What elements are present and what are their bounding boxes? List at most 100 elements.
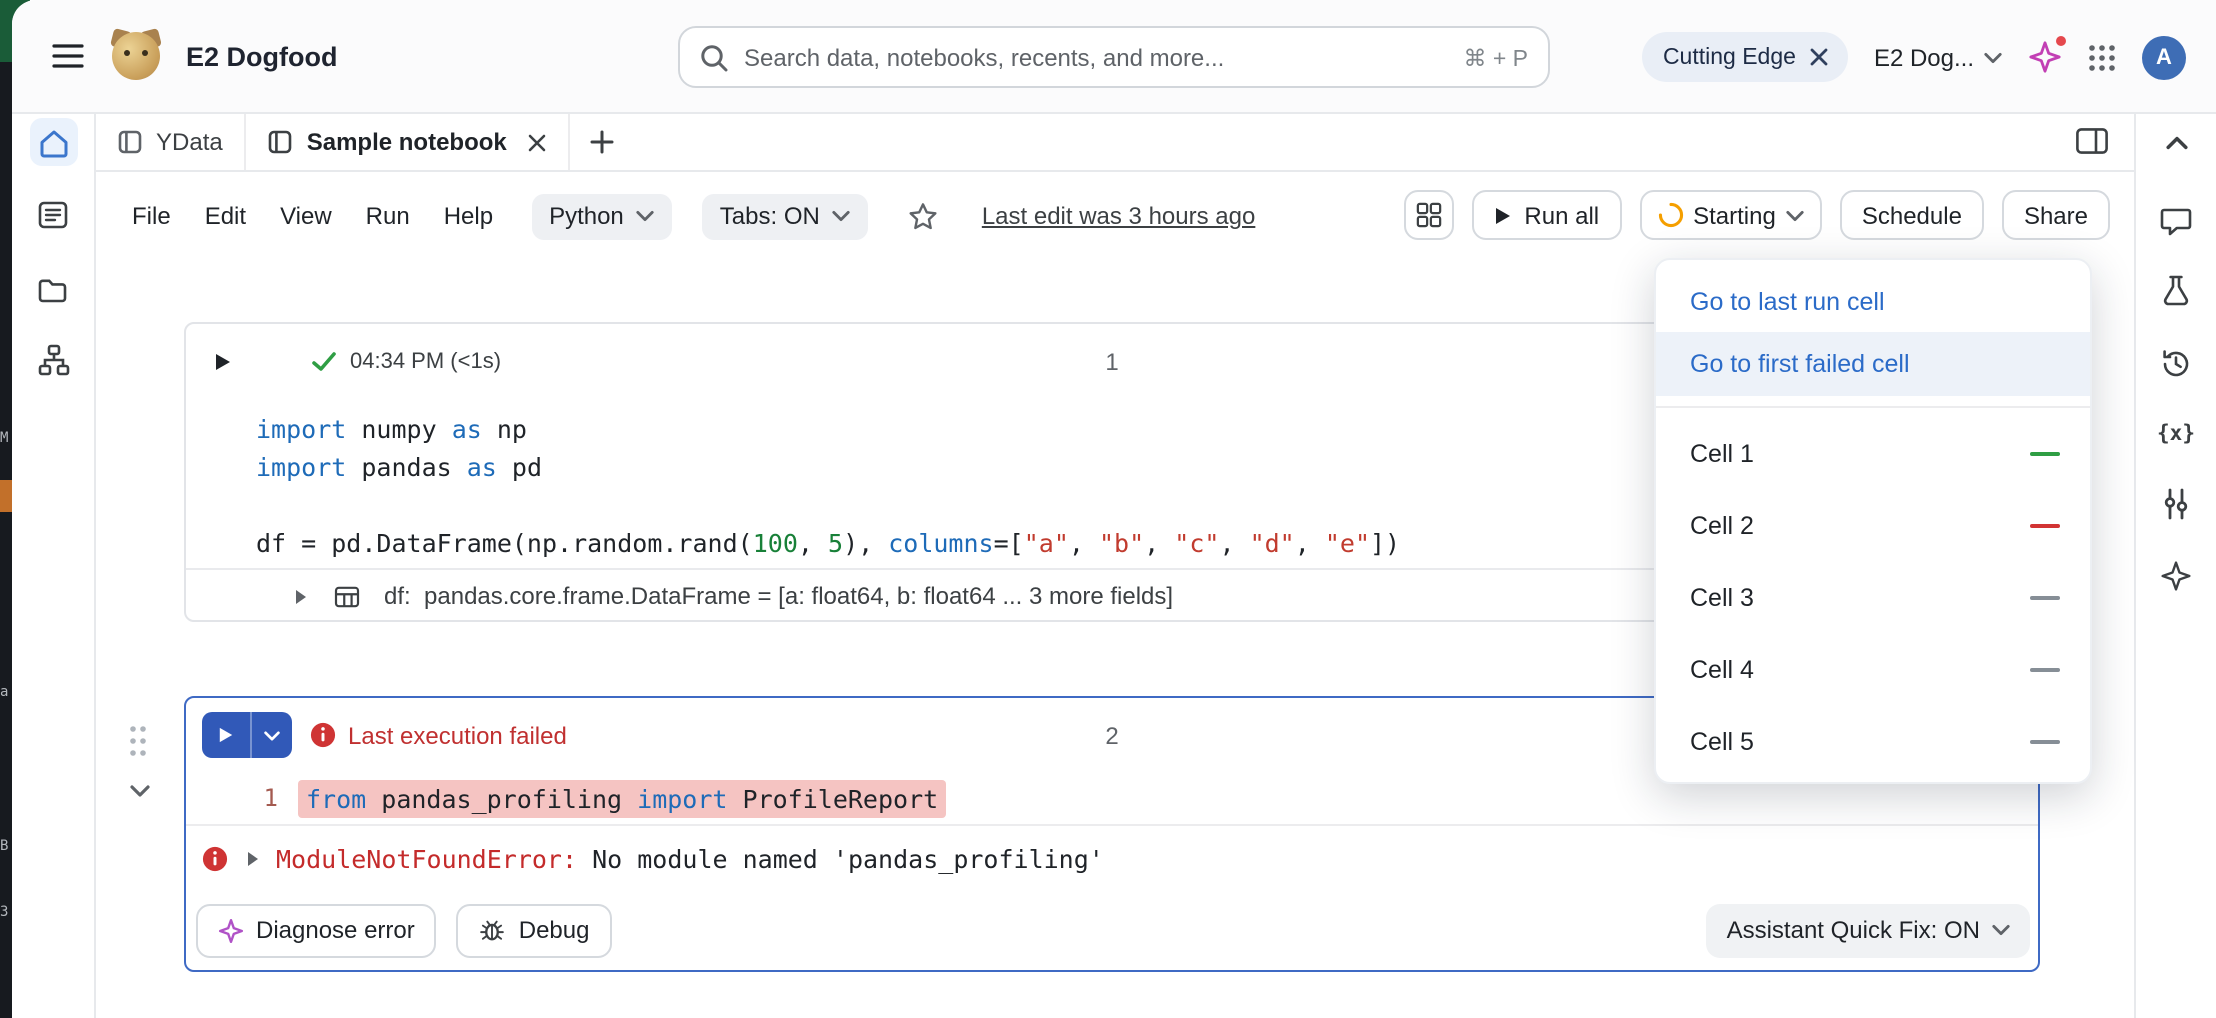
machine-status-button[interactable]: Starting	[1639, 190, 1822, 240]
bug-icon	[479, 916, 507, 944]
integrations-schema-icon[interactable]	[29, 336, 77, 384]
schedule-button[interactable]: Schedule	[1839, 190, 1984, 240]
popover-cell-label: Cell 5	[1690, 728, 1754, 756]
global-search-input[interactable]: Search data, notebooks, recents, and mor…	[678, 26, 1550, 88]
cell-status-dash-success	[2030, 451, 2060, 457]
experiments-beaker-icon[interactable]	[2152, 266, 2200, 314]
workspace-avatar-doge[interactable]	[110, 28, 162, 82]
error-info-icon	[202, 845, 228, 871]
home-button[interactable]	[29, 118, 77, 166]
workspace-switcher[interactable]: E2 Dog...	[1874, 43, 2002, 71]
popover-cell-label: Cell 4	[1690, 656, 1754, 684]
error-output-row[interactable]: ModuleNotFoundError: No module named 'pa…	[186, 824, 2038, 890]
search-icon	[700, 43, 728, 71]
ai-notifications-button[interactable]	[2028, 36, 2066, 74]
tab-ydata[interactable]: YData	[96, 114, 247, 170]
run-all-button[interactable]: Run all	[1472, 190, 1622, 240]
hamburger-menu-icon[interactable]	[52, 44, 84, 68]
tabs-toggle-label: Tabs: ON	[719, 202, 820, 230]
go-to-last-run-cell-item[interactable]: Go to last run cell	[1656, 272, 2090, 332]
menu-help[interactable]: Help	[444, 202, 493, 230]
ai-sparkle-icon	[218, 917, 244, 943]
cell-status-dash-neutral	[2030, 595, 2060, 601]
diagnose-error-button[interactable]: Diagnose error	[196, 903, 437, 957]
chevron-down-icon	[1992, 924, 2010, 936]
spinner-icon	[1657, 202, 1683, 228]
error-type: ModuleNotFoundError:	[276, 843, 578, 873]
schedule-label: Schedule	[1861, 201, 1962, 229]
apps-grid-icon[interactable]	[2088, 43, 2116, 71]
toolbar-right: Run all Starting Schedule Share	[1404, 190, 2110, 240]
split-view-icon[interactable]	[2076, 128, 2108, 154]
debug-label: Debug	[518, 916, 590, 944]
expand-traceback-triangle-icon[interactable]	[246, 849, 260, 867]
language-selector[interactable]: Python	[531, 193, 672, 239]
diagnose-error-label: Diagnose error	[256, 916, 415, 944]
popover-cell-item-2[interactable]: Cell 2	[1656, 490, 2090, 562]
ai-sparkle-icon[interactable]	[2152, 552, 2200, 600]
tab-sample-notebook[interactable]: Sample notebook	[247, 114, 571, 170]
dataframe-table-icon	[334, 585, 360, 607]
collapse-cell-chevron-icon[interactable]	[130, 784, 150, 798]
table-of-contents-icon[interactable]	[29, 190, 77, 238]
popover-cell-label: Cell 2	[1690, 512, 1754, 540]
notebook-tab-bar: YData Sample notebook	[96, 114, 2134, 172]
tabs-toggle[interactable]: Tabs: ON	[701, 193, 868, 239]
share-button[interactable]: Share	[2001, 190, 2110, 240]
layout-grid-button[interactable]	[1404, 190, 1455, 240]
menu-view[interactable]: View	[280, 202, 332, 230]
assistant-quick-fix-toggle[interactable]: Assistant Quick Fix: ON	[1706, 903, 2030, 957]
popover-cell-label: Cell 3	[1690, 584, 1754, 612]
doge-face	[112, 32, 160, 80]
right-rail: {x}	[2134, 114, 2216, 1018]
popover-cell-item-3[interactable]: Cell 3	[1656, 562, 2090, 634]
search-shortcut: ⌘ + P	[1463, 47, 1528, 71]
environment-chip[interactable]: Cutting Edge	[1642, 32, 1848, 82]
popover-cell-item-5[interactable]: Cell 5	[1656, 706, 2090, 778]
favorite-star-icon[interactable]	[908, 202, 938, 230]
top-bar-right: Cutting Edge E2 Dog... A	[1642, 0, 2186, 114]
menu-file[interactable]: File	[132, 202, 171, 230]
chevron-down-icon	[832, 210, 850, 222]
error-highlighted-code[interactable]: from pandas_profiling import ProfileRepo…	[298, 779, 947, 817]
output-summary: df: pandas.core.frame.DataFrame = [a: fl…	[384, 582, 1174, 610]
user-avatar[interactable]: A	[2142, 35, 2186, 79]
menu-edit[interactable]: Edit	[205, 202, 246, 230]
comments-icon[interactable]	[2152, 196, 2200, 244]
files-folder-icon[interactable]	[29, 266, 77, 314]
background-glyph: a	[0, 684, 9, 700]
last-edit-link[interactable]: Last edit was 3 hours ago	[982, 202, 1256, 230]
share-label: Share	[2023, 201, 2088, 229]
settings-sliders-icon[interactable]	[2152, 480, 2200, 528]
debug-button[interactable]: Debug	[456, 903, 612, 957]
variables-icon[interactable]: {x}	[2152, 410, 2200, 458]
app-window: M a B 3 E2 Dogfood Search data, notebook…	[0, 0, 2216, 1018]
cell-status-dash-error	[2030, 523, 2060, 529]
popover-cell-label: Cell 1	[1690, 440, 1754, 468]
popover-cell-item-4[interactable]: Cell 4	[1656, 634, 2090, 706]
notebook-toolbar: File Edit View Run Help Python Tabs: ON …	[96, 184, 2134, 248]
left-rail	[12, 114, 96, 1018]
close-tab-icon[interactable]	[529, 133, 547, 151]
search-placeholder: Search data, notebooks, recents, and mor…	[744, 43, 1225, 71]
notification-dot	[2056, 36, 2066, 46]
go-to-first-failed-cell-item[interactable]: Go to first failed cell	[1656, 332, 2090, 396]
error-actions-row: Diagnose error Debug Assistant Quick Fix…	[186, 890, 2038, 970]
machine-status-label: Starting	[1693, 201, 1776, 229]
chevron-down-icon	[1786, 209, 1804, 221]
expand-output-triangle-icon[interactable]	[294, 587, 308, 605]
menu-run[interactable]: Run	[366, 202, 410, 230]
popover-cell-item-1[interactable]: Cell 1	[1656, 418, 2090, 490]
notebook-icon	[269, 130, 293, 154]
tab-label: Sample notebook	[306, 128, 507, 156]
new-tab-button[interactable]	[571, 114, 635, 170]
drag-handle-icon[interactable]	[128, 724, 148, 758]
assistant-quick-fix-label: Assistant Quick Fix: ON	[1726, 916, 1980, 944]
chevron-down-icon	[1984, 51, 2002, 63]
environment-chip-label: Cutting Edge	[1662, 45, 1796, 69]
close-icon[interactable]	[1810, 48, 1828, 66]
collapse-panel-chevron-up-icon[interactable]	[2152, 118, 2200, 166]
history-icon[interactable]	[2152, 340, 2200, 388]
background-window-orange-block	[0, 480, 12, 512]
background-glyph: B	[0, 838, 9, 854]
